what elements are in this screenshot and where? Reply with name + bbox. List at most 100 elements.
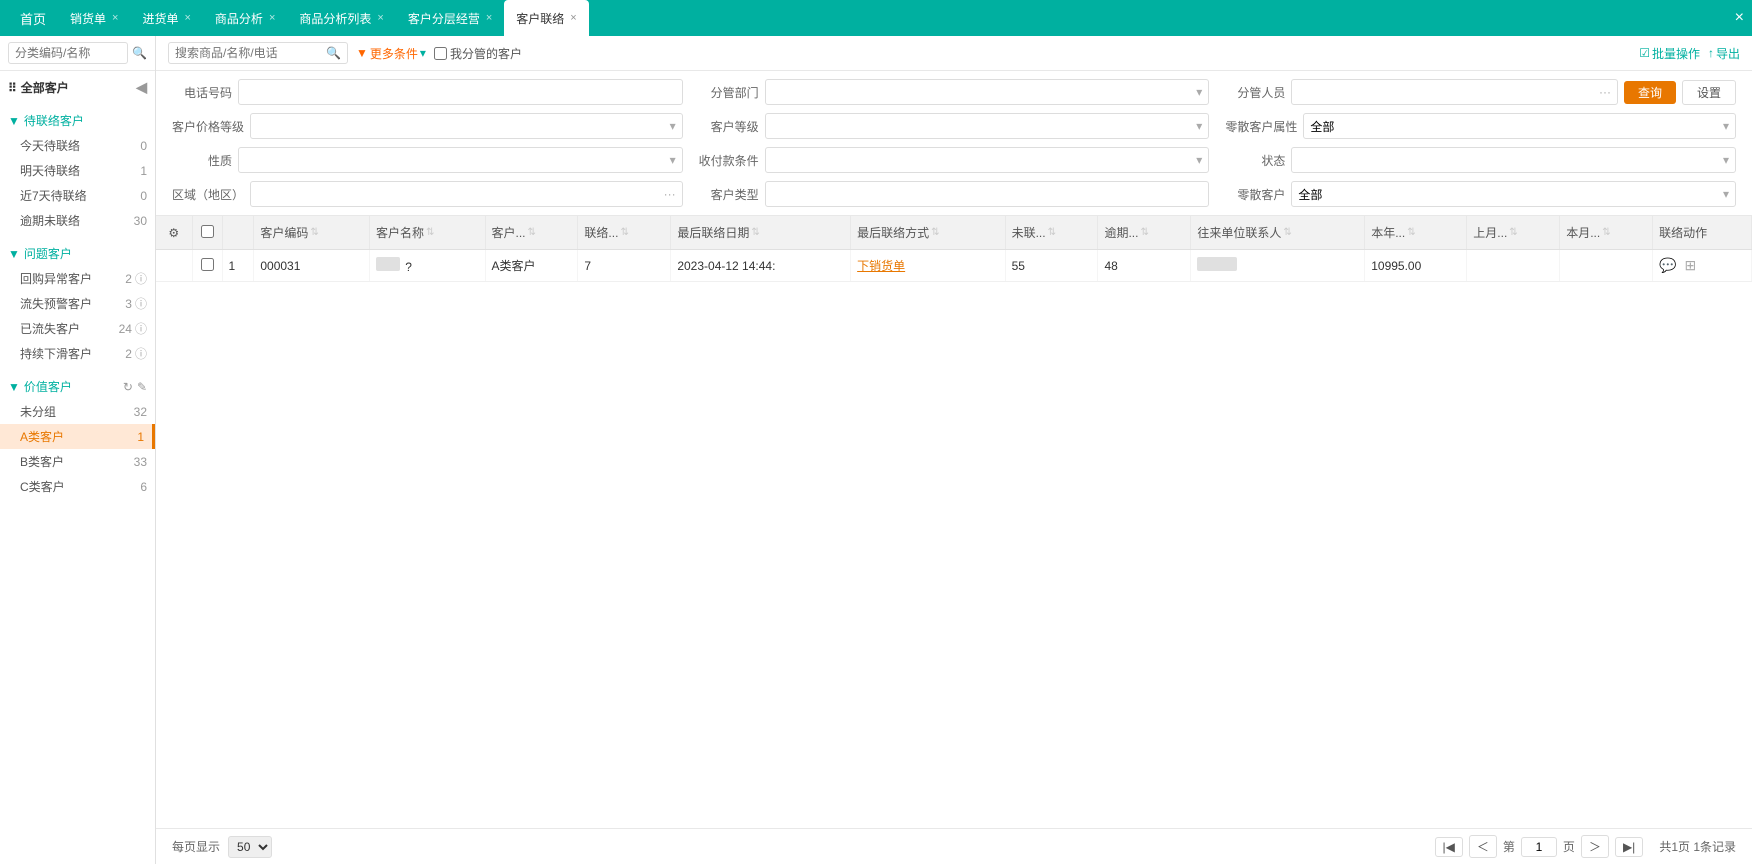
sidebar-pending-group: ▼ 待联络客户 今天待联络 0 明天待联络 1 近7天待联络 0 逾期未联络 3…	[0, 104, 155, 237]
sidebar-item-today[interactable]: 今天待联络 0	[0, 133, 155, 158]
page-number-input[interactable]	[1521, 837, 1557, 857]
filter-customer-level: 客户等级 ▾	[699, 113, 1210, 139]
first-page-button[interactable]: |◀	[1435, 837, 1463, 857]
page-label: 第	[1503, 838, 1515, 855]
cell-last-method[interactable]: 下销货单	[851, 250, 1005, 282]
sidebar-item-tomorrow[interactable]: 明天待联络 1	[0, 158, 155, 183]
tab-customer-contact[interactable]: 客户联络 ×	[504, 0, 588, 36]
cell-last-date: 2023-04-12 14:44:	[671, 250, 851, 282]
sidebar-value-group: ▼ 价值客户 ↻ ✎ 未分组 32 A类客户 1 B类客户 33 C类客户	[0, 370, 155, 503]
filter-person-input[interactable]: ···	[1291, 79, 1618, 105]
settings-button[interactable]: 设置	[1682, 80, 1736, 105]
close-tab-customer-layer[interactable]: ×	[486, 12, 492, 24]
main-layout: 🔍 ⠿ 全部客户 ◀ ▼ 待联络客户 今天待联络 0 明天待联络 1 近7天待联…	[0, 36, 1752, 864]
filter-payment-select[interactable]: ▾	[765, 147, 1210, 173]
col-code[interactable]: 客户编码⇅	[254, 216, 370, 250]
col-no-contact[interactable]: 未联...⇅	[1005, 216, 1098, 250]
col-last-method[interactable]: 最后联络方式⇅	[851, 216, 1005, 250]
info-icon-3: ⓘ	[135, 345, 147, 362]
cell-code[interactable]: 000031	[254, 250, 370, 282]
col-checkbox[interactable]	[192, 216, 222, 250]
filter-search-icon[interactable]: 🔍	[326, 46, 341, 60]
filter-phone-input[interactable]	[238, 79, 683, 105]
col-name[interactable]: 客户名称⇅	[369, 216, 485, 250]
cell-checkbox[interactable]	[192, 250, 222, 282]
refresh-icon[interactable]: ↻	[123, 380, 133, 394]
filter-dept-select[interactable]: ▾	[765, 79, 1210, 105]
col-settings[interactable]: ⚙	[156, 216, 192, 250]
cell-no-contact: 55	[1005, 250, 1098, 282]
tab-customer-layer[interactable]: 客户分层经营 ×	[396, 0, 504, 36]
tab-analysis[interactable]: 商品分析 ×	[203, 0, 287, 36]
filter-retail-attr-select[interactable]: 全部▾	[1303, 113, 1736, 139]
action-chat-icon[interactable]: 💬	[1659, 257, 1676, 274]
col-unit-contact[interactable]: 往来单位联系人⇅	[1191, 216, 1365, 250]
filter-more-button[interactable]: ▼ 更多条件 ▾	[356, 45, 426, 62]
col-this-year[interactable]: 本年...⇅	[1365, 216, 1467, 250]
table-wrapper: ⚙ 客户编码⇅ 客户名称⇅ 客户...⇅ 联络...⇅ 最后联络日期⇅ 最后联络…	[156, 216, 1752, 828]
filter-retail-customer-select[interactable]: 全部▾	[1291, 181, 1736, 207]
col-this-month[interactable]: 本月...⇅	[1560, 216, 1653, 250]
col-action: 联络动作	[1653, 216, 1752, 250]
sidebar-value-title[interactable]: ▼ 价值客户 ↻ ✎	[0, 374, 155, 399]
export-button[interactable]: ↑ 导出	[1708, 45, 1740, 62]
tab-purchase[interactable]: 进货单 ×	[130, 0, 202, 36]
filter-region-input[interactable]: ···	[250, 181, 683, 207]
my-customers-check[interactable]	[434, 47, 447, 60]
my-customers-checkbox[interactable]: 我分管的客户	[434, 45, 522, 62]
sidebar-problem-title[interactable]: ▼ 问题客户	[0, 241, 155, 266]
filter-search-input[interactable]	[175, 46, 326, 60]
close-tab-customer-contact[interactable]: ×	[570, 12, 576, 24]
cell-name[interactable]: ?	[369, 250, 485, 282]
cell-type: A类客户	[485, 250, 578, 282]
unit-contact-avatar	[1197, 257, 1237, 271]
tab-sales[interactable]: 销货单 ×	[58, 0, 130, 36]
per-page-select[interactable]: 50	[228, 836, 272, 858]
sidebar-item-7days[interactable]: 近7天待联络 0	[0, 183, 155, 208]
sidebar-item-b-class[interactable]: B类客户 33	[0, 449, 155, 474]
edit-icon[interactable]: ✎	[137, 380, 147, 394]
close-tab-purchase[interactable]: ×	[184, 12, 190, 24]
cell-num: 1	[222, 250, 254, 282]
close-tab-analysis-list[interactable]: ×	[377, 12, 383, 24]
sidebar-all-customers-header[interactable]: ⠿ 全部客户 ◀	[0, 71, 155, 104]
row-checkbox[interactable]	[201, 258, 214, 271]
sidebar-item-ungrouped[interactable]: 未分组 32	[0, 399, 155, 424]
sidebar-search-icon[interactable]: 🔍	[132, 46, 147, 60]
filter-customer-type-input[interactable]	[765, 181, 1210, 207]
batch-ops-button[interactable]: ☑ 批量操作	[1639, 45, 1700, 62]
col-type[interactable]: 客户...⇅	[485, 216, 578, 250]
close-tab-sales[interactable]: ×	[112, 12, 118, 24]
app-close-button[interactable]: ×	[1735, 9, 1744, 27]
close-tab-analysis[interactable]: ×	[269, 12, 275, 24]
filter-price-level-select[interactable]: ▾	[250, 113, 683, 139]
select-all-checkbox[interactable]	[201, 225, 214, 238]
prev-page-button[interactable]: ＜	[1469, 835, 1497, 858]
sidebar-pending-title[interactable]: ▼ 待联络客户	[0, 108, 155, 133]
filter-retail-attr: 零散客户属性 全部▾	[1225, 113, 1736, 139]
filter-nature-select[interactable]: ▾	[238, 147, 683, 173]
sidebar-item-c-class[interactable]: C类客户 6	[0, 474, 155, 499]
tab-analysis-list[interactable]: 商品分析列表 ×	[287, 0, 395, 36]
tab-home[interactable]: 首页	[8, 0, 58, 36]
sidebar-collapse-btn[interactable]: ◀	[136, 79, 147, 96]
filter-region-label: 区域（地区）	[172, 186, 244, 203]
sidebar-item-churned[interactable]: 已流失客户 24 ⓘ	[0, 316, 155, 341]
col-last-date[interactable]: 最后联络日期⇅	[671, 216, 851, 250]
sidebar-item-churn-warning[interactable]: 流失预警客户 3 ⓘ	[0, 291, 155, 316]
filter-customer-level-select[interactable]: ▾	[765, 113, 1210, 139]
col-contact[interactable]: 联络...⇅	[578, 216, 671, 250]
sidebar-item-a-class[interactable]: A类客户 1	[0, 424, 155, 449]
sidebar-search-input[interactable]	[8, 42, 128, 64]
sidebar-item-abnormal[interactable]: 回购异常客户 2 ⓘ	[0, 266, 155, 291]
sidebar-item-declining[interactable]: 持续下滑客户 2 ⓘ	[0, 341, 155, 366]
query-button[interactable]: 查询	[1624, 81, 1676, 104]
col-overdue[interactable]: 逾期...⇅	[1098, 216, 1191, 250]
action-qr-icon[interactable]: ⊞	[1685, 257, 1697, 274]
last-method-link[interactable]: 下销货单	[857, 259, 905, 273]
filter-status-select[interactable]: ▾	[1291, 147, 1736, 173]
sidebar-item-overdue[interactable]: 逾期未联络 30	[0, 208, 155, 233]
last-page-button[interactable]: ▶|	[1615, 837, 1643, 857]
col-last-month[interactable]: 上月...⇅	[1467, 216, 1560, 250]
next-page-button[interactable]: ＞	[1581, 835, 1609, 858]
